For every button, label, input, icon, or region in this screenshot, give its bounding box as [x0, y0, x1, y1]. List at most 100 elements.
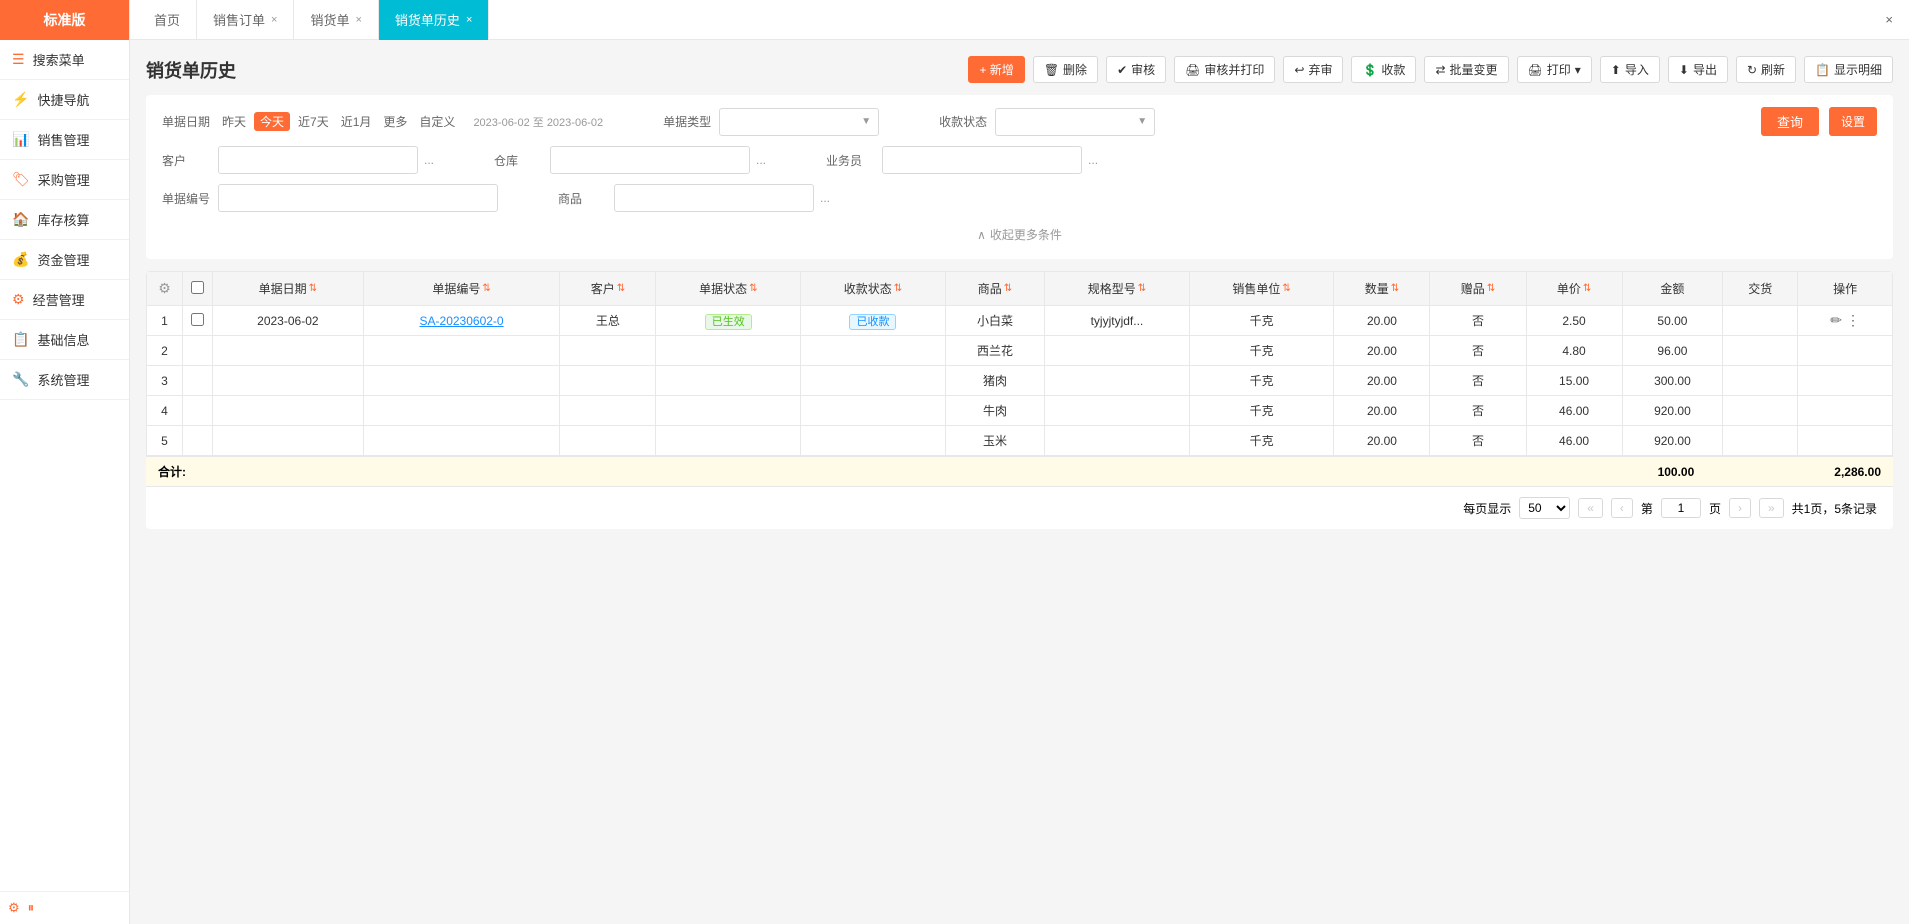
cell-docstatus: [656, 396, 801, 426]
staff-input[interactable]: [882, 146, 1082, 174]
basic-info-icon: 📋: [12, 331, 29, 348]
review-button[interactable]: ✔ 审核: [1106, 56, 1166, 83]
goods-ellipsis[interactable]: ...: [820, 191, 830, 205]
goods-input[interactable]: [614, 184, 814, 212]
sidebar-item-sales-mgmt[interactable]: 📊 销售管理: [0, 120, 129, 160]
sidebar-item-basic-info[interactable]: 📋 基础信息: [0, 320, 129, 360]
edit-action[interactable]: ✏: [1828, 312, 1844, 328]
query-button[interactable]: 查询: [1761, 107, 1819, 136]
sort-docnum-icon: ⇅: [482, 283, 490, 294]
sidebar-item-label: 快捷导航: [37, 90, 89, 109]
th-doc-number[interactable]: 单据编号⇅: [363, 272, 560, 306]
settings-icon[interactable]: ⚙: [8, 900, 20, 916]
cell-amount: 50.00: [1622, 306, 1723, 336]
abandon-button[interactable]: ↩ 弃审: [1283, 56, 1343, 83]
select-all-checkbox[interactable]: [191, 281, 204, 294]
th-doc-status[interactable]: 单据状态⇅: [656, 272, 801, 306]
quick-nav-icon: ⚡: [12, 91, 29, 108]
warehouse-input[interactable]: [550, 146, 750, 174]
close-all-button[interactable]: ×: [1877, 12, 1901, 27]
th-gear[interactable]: ⚙: [147, 272, 183, 306]
batch-change-icon: ⇄: [1435, 63, 1445, 77]
tab-sales-delivery-close[interactable]: ×: [355, 14, 361, 26]
sidebar-item-purchase-mgmt[interactable]: 🏷 采购管理: [0, 160, 129, 200]
docnum-input[interactable]: [218, 184, 498, 212]
filter-settings-button[interactable]: 设置: [1829, 107, 1877, 136]
customer-filter-label: 客户: [162, 152, 212, 169]
tab-sales-order-close[interactable]: ×: [271, 14, 277, 26]
sidebar-item-sys-mgmt[interactable]: 🔧 系统管理: [0, 360, 129, 400]
cell-docstatus: 已生效: [656, 306, 801, 336]
customer-ellipsis[interactable]: ...: [424, 153, 434, 167]
date-tag-custom[interactable]: 自定义: [415, 112, 459, 131]
th-customer[interactable]: 客户⇅: [560, 272, 656, 306]
customer-input[interactable]: [218, 146, 418, 174]
th-doc-date[interactable]: 单据日期⇅: [213, 272, 364, 306]
refresh-button[interactable]: ↻ 刷新: [1736, 56, 1796, 83]
th-unit[interactable]: 销售单位⇅: [1189, 272, 1334, 306]
cell-spec: [1045, 366, 1190, 396]
last-page-button[interactable]: »: [1759, 498, 1784, 518]
date-tag-more[interactable]: 更多: [379, 112, 411, 131]
delete-button[interactable]: 🗑 删除: [1033, 56, 1098, 83]
tab-home[interactable]: 首页: [138, 0, 197, 40]
tab-sales-delivery[interactable]: 销货单 ×: [294, 0, 378, 40]
staff-ellipsis[interactable]: ...: [1088, 153, 1098, 167]
th-gift[interactable]: 赠品⇅: [1430, 272, 1526, 306]
pause-icon[interactable]: ⏸: [28, 900, 35, 916]
sidebar-header: 标准版: [0, 0, 129, 40]
sidebar-item-inventory[interactable]: 🏠 库存核算: [0, 200, 129, 240]
collapse-button[interactable]: ∧ 收起更多条件: [162, 222, 1877, 247]
th-unit-price[interactable]: 单价⇅: [1526, 272, 1622, 306]
export-button[interactable]: ⬇ 导出: [1668, 56, 1728, 83]
per-page-select[interactable]: 50 20 100: [1519, 497, 1570, 519]
gear-settings-icon[interactable]: ⚙: [158, 280, 171, 296]
th-spec[interactable]: 规格型号⇅: [1045, 272, 1190, 306]
page-number-input[interactable]: [1661, 498, 1701, 518]
sidebar-item-search-menu[interactable]: ☰ 搜索菜单: [0, 40, 129, 80]
sidebar-item-finance[interactable]: 💰 资金管理: [0, 240, 129, 280]
date-tag-today[interactable]: 今天: [254, 112, 290, 131]
more-action[interactable]: ⋮: [1844, 312, 1862, 328]
next-page-button[interactable]: ›: [1729, 498, 1751, 518]
date-tag-yesterday[interactable]: 昨天: [218, 112, 250, 131]
cell-customer: [560, 396, 656, 426]
table-row: 4牛肉千克20.00否46.00920.00: [147, 396, 1893, 426]
th-goods[interactable]: 商品⇅: [945, 272, 1044, 306]
import-button[interactable]: ⬆ 导入: [1600, 56, 1660, 83]
date-tag-7days[interactable]: 近7天: [294, 112, 333, 131]
date-filter-label: 单据日期: [162, 113, 212, 130]
doctype-select[interactable]: [719, 108, 879, 136]
sidebar-item-quick-nav[interactable]: ⚡ 快捷导航: [0, 80, 129, 120]
total-quantity: 100.00: [1658, 465, 1695, 479]
th-payment-status[interactable]: 收款状态⇅: [801, 272, 946, 306]
tab-sales-order[interactable]: 销售订单 ×: [197, 0, 294, 40]
review-print-button[interactable]: 🖨 审核并打印: [1174, 56, 1275, 83]
add-button[interactable]: + 新增: [968, 56, 1024, 83]
sidebar-item-ops-mgmt[interactable]: ⚙ 经营管理: [0, 280, 129, 320]
batch-change-button[interactable]: ⇄ 批量变更: [1424, 56, 1508, 83]
import-icon: ⬆: [1611, 63, 1621, 77]
row-checkbox[interactable]: [191, 313, 204, 326]
warehouse-ellipsis[interactable]: ...: [756, 153, 766, 167]
date-tag-1month[interactable]: 近1月: [337, 112, 376, 131]
filter-customer-item: 客户 ...: [162, 146, 434, 174]
tab-sales-history-close[interactable]: ×: [466, 14, 472, 26]
sort-price-icon: ⇅: [1583, 283, 1591, 294]
print-button[interactable]: 🖨 打印 ▾: [1517, 56, 1592, 83]
table-row: 2西兰花千克20.00否4.8096.00: [147, 336, 1893, 366]
payment-select[interactable]: [995, 108, 1155, 136]
cell-rownum: 1: [147, 306, 183, 336]
collect-button[interactable]: 💲 收款: [1351, 56, 1416, 83]
display-button[interactable]: 📋 显示明细: [1804, 56, 1893, 83]
first-page-button[interactable]: «: [1578, 498, 1603, 518]
th-quantity[interactable]: 数量⇅: [1334, 272, 1430, 306]
cell-amount: 300.00: [1622, 366, 1723, 396]
sort-unit-icon: ⇅: [1282, 283, 1290, 294]
tab-sales-history[interactable]: 销货单历史 ×: [379, 0, 489, 40]
sidebar-footer: ⚙ ⏸: [0, 891, 129, 924]
sidebar-item-label: 系统管理: [37, 370, 89, 389]
prev-page-button[interactable]: ‹: [1611, 498, 1633, 518]
sales-mgmt-icon: 📊: [12, 131, 29, 148]
doc-number-link[interactable]: SA-20230602-0: [420, 314, 504, 328]
